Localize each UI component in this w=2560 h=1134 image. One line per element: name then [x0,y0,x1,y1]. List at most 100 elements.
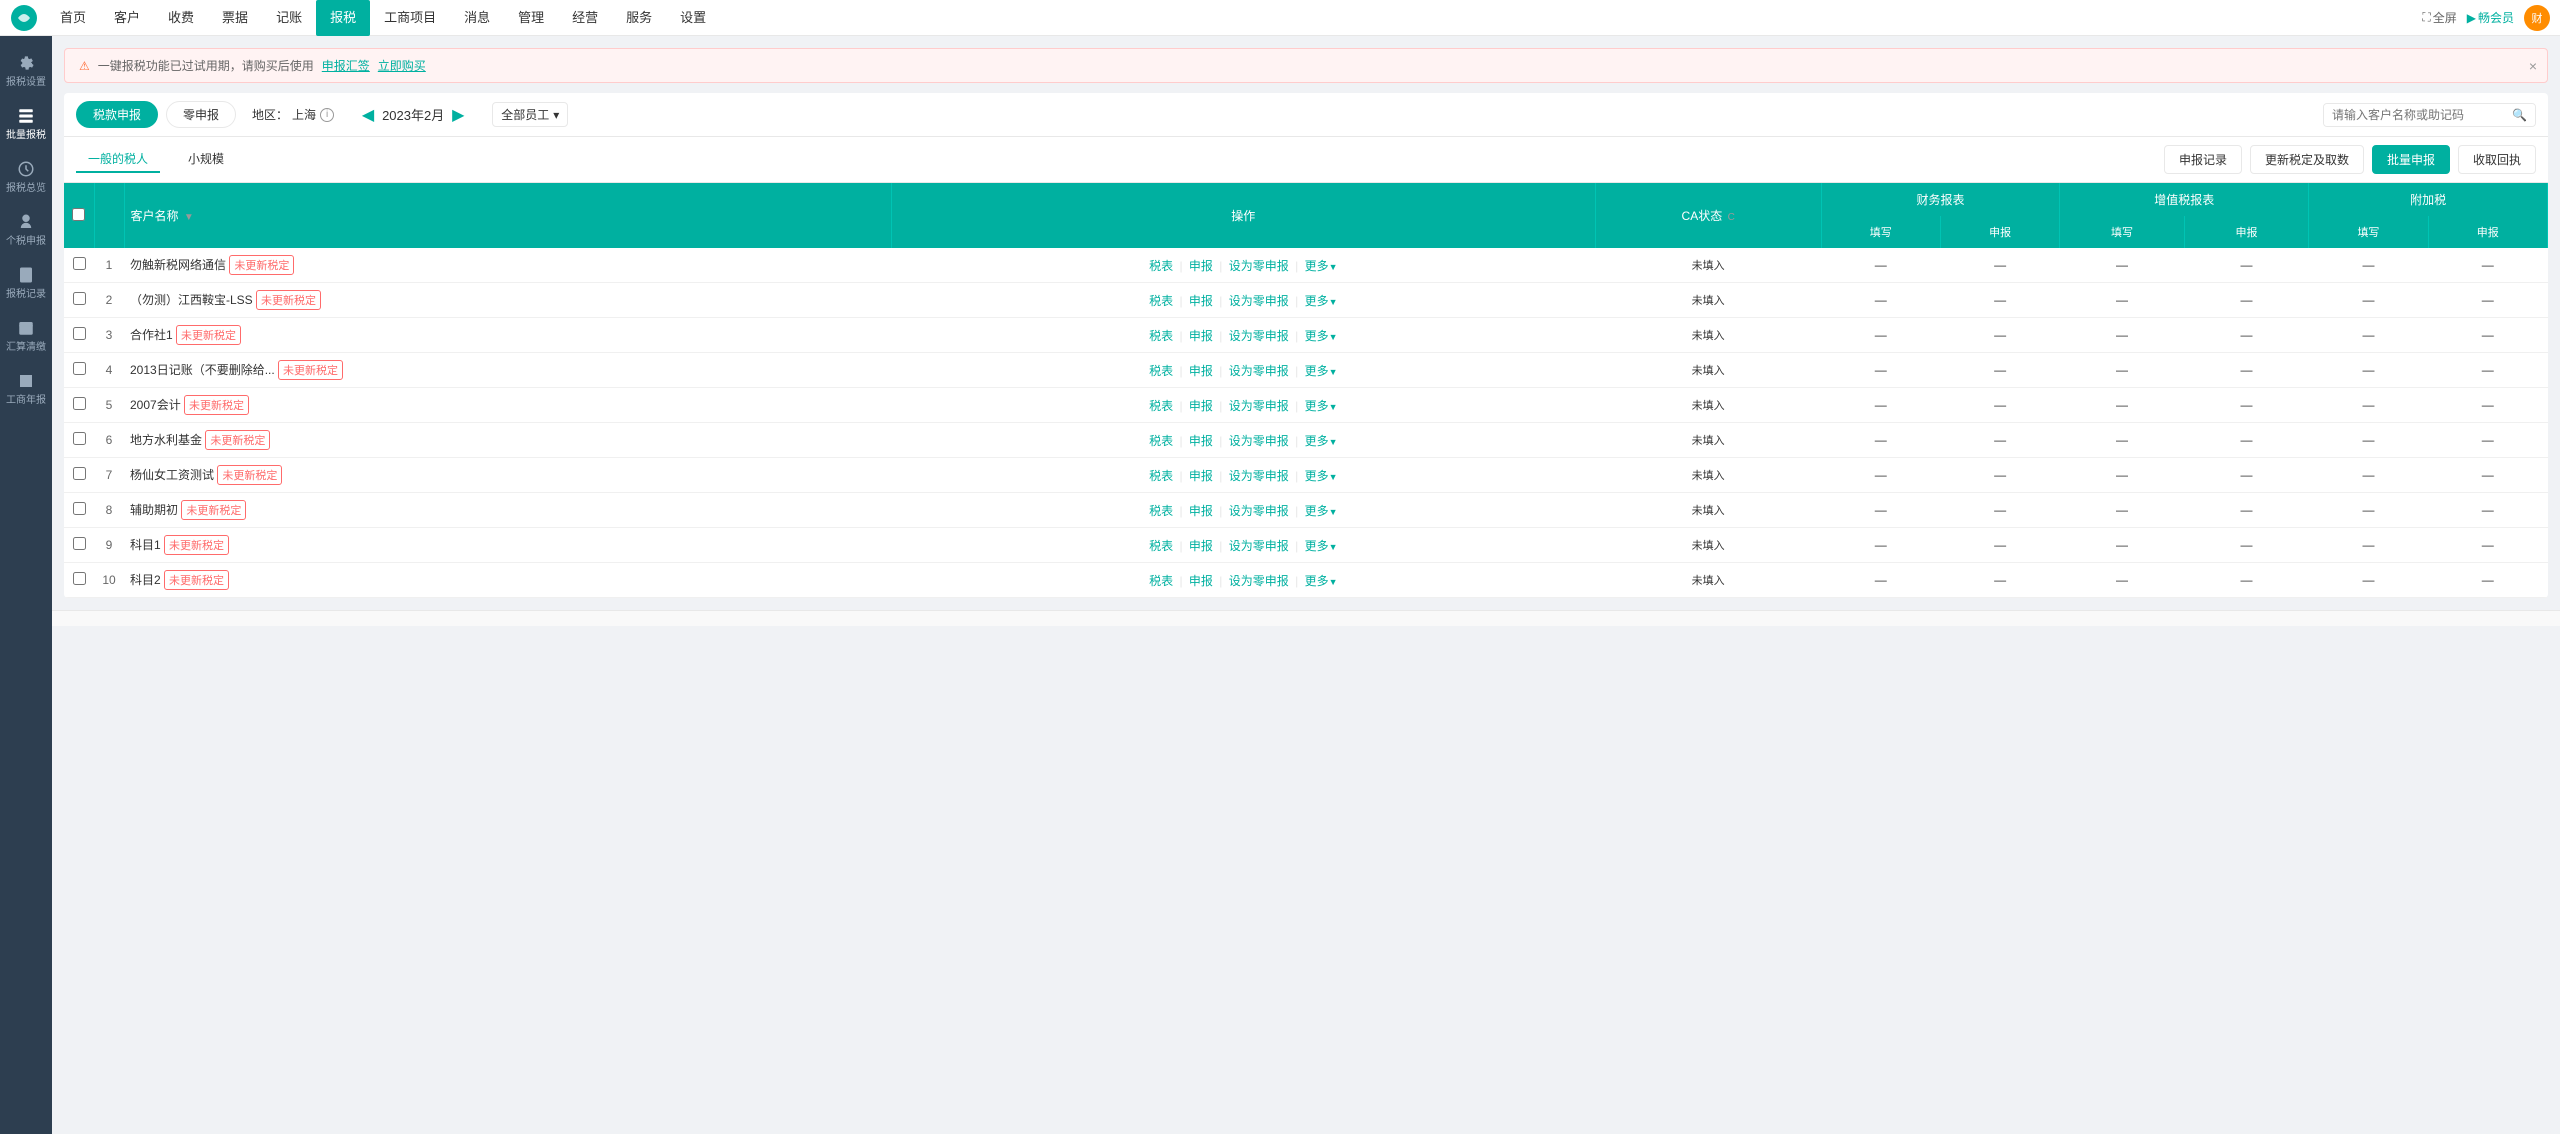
tab-zero-declare[interactable]: 零申报 [166,101,236,128]
banner-link-2[interactable]: 立即购买 [378,57,426,74]
fullscreen-button[interactable]: ⛶ 全屏 [2422,9,2456,26]
collect-receipt-button[interactable]: 收取回执 [2458,145,2536,174]
nav-bookkeeping[interactable]: 记账 [262,0,316,36]
row-tax-fill-8: — [2060,528,2184,563]
nav-business[interactable]: 工商项目 [370,0,450,36]
nav-settings[interactable]: 设置 [666,0,720,36]
nav-billing[interactable]: 收费 [154,0,208,36]
employee-selector[interactable]: 全部员工 ▾ [492,102,568,127]
row-checkbox-2[interactable] [73,327,86,340]
date-next-button[interactable]: ▶ [448,105,468,125]
sidebar-item-annual-report[interactable]: 工商年报 [0,362,52,415]
op-declare-5[interactable]: 申报 [1189,434,1213,448]
row-checkbox-8[interactable] [73,537,86,550]
op-more-6[interactable]: 更多▼ [1305,469,1338,483]
op-tax-table-6[interactable]: 税表 [1149,469,1173,483]
op-declare-9[interactable]: 申报 [1189,574,1213,588]
op-more-9[interactable]: 更多▼ [1305,574,1338,588]
op-zero-declare-6[interactable]: 设为零申报 [1229,469,1289,483]
op-declare-2[interactable]: 申报 [1189,329,1213,343]
op-zero-declare-2[interactable]: 设为零申报 [1229,329,1289,343]
op-more-7[interactable]: 更多▼ [1305,504,1338,518]
row-add-fill-7: — [2309,493,2428,528]
row-ops-4: 税表 | 申报 | 设为零申报 | 更多▼ [891,388,1595,423]
op-zero-declare-9[interactable]: 设为零申报 [1229,574,1289,588]
banner-close-button[interactable]: × [2529,58,2537,74]
nav-home[interactable]: 首页 [46,0,100,36]
op-zero-declare-1[interactable]: 设为零申报 [1229,294,1289,308]
op-declare-3[interactable]: 申报 [1189,364,1213,378]
nav-service[interactable]: 服务 [612,0,666,36]
sub-tab-small[interactable]: 小规模 [176,146,236,173]
op-tax-table-8[interactable]: 税表 [1149,539,1173,553]
nav-management[interactable]: 管理 [504,0,558,36]
op-zero-declare-0[interactable]: 设为零申报 [1229,259,1289,273]
row-ops-9: 税表 | 申报 | 设为零申报 | 更多▼ [891,563,1595,598]
op-declare-4[interactable]: 申报 [1189,399,1213,413]
nav-customer[interactable]: 客户 [100,0,154,36]
op-more-1[interactable]: 更多▼ [1305,294,1338,308]
op-zero-declare-3[interactable]: 设为零申报 [1229,364,1289,378]
declare-records-button[interactable]: 申报记录 [2164,145,2242,174]
op-tax-table-0[interactable]: 税表 [1149,259,1173,273]
batch-declare-button[interactable]: 批量申报 [2372,145,2450,174]
tab-tax-declare[interactable]: 税款申报 [76,101,158,128]
search-input[interactable] [2324,104,2504,126]
op-tax-table-5[interactable]: 税表 [1149,434,1173,448]
op-tax-table-4[interactable]: 税表 [1149,399,1173,413]
row-checkbox-9[interactable] [73,572,86,585]
op-tax-table-7[interactable]: 税表 [1149,504,1173,518]
row-checkbox-4[interactable] [73,397,86,410]
row-checkbox-0[interactable] [73,257,86,270]
op-tax-table-3[interactable]: 税表 [1149,364,1173,378]
sidebar-item-batch-tax[interactable]: 批量报税 [0,97,52,150]
nav-messages[interactable]: 消息 [450,0,504,36]
ca-sort-icon[interactable]: C [1728,212,1735,223]
op-more-0[interactable]: 更多▼ [1305,259,1338,273]
sidebar-item-tax-records[interactable]: 报税记录 [0,256,52,309]
region-info-icon[interactable]: i [320,108,334,122]
row-num-4: 5 [94,388,124,423]
row-add-declare-5: — [2428,423,2547,458]
op-more-8[interactable]: 更多▼ [1305,539,1338,553]
sidebar-item-overview[interactable]: 报税总览 [0,150,52,203]
avatar[interactable]: 财 [2524,5,2550,31]
row-checkbox-7[interactable] [73,502,86,515]
op-declare-8[interactable]: 申报 [1189,539,1213,553]
op-tax-table-1[interactable]: 税表 [1149,294,1173,308]
op-declare-0[interactable]: 申报 [1189,259,1213,273]
nav-tax[interactable]: 报税 [316,0,370,36]
row-checkbox-3[interactable] [73,362,86,375]
nav-operations[interactable]: 经营 [558,0,612,36]
sidebar-item-annual-settlement[interactable]: 汇算清缴 [0,309,52,362]
op-more-5[interactable]: 更多▼ [1305,434,1338,448]
op-zero-declare-7[interactable]: 设为零申报 [1229,504,1289,518]
op-tax-table-2[interactable]: 税表 [1149,329,1173,343]
op-declare-7[interactable]: 申报 [1189,504,1213,518]
search-button[interactable]: 🔍 [2504,104,2535,126]
nav-invoice[interactable]: 票据 [208,0,262,36]
op-declare-1[interactable]: 申报 [1189,294,1213,308]
op-zero-declare-5[interactable]: 设为零申报 [1229,434,1289,448]
row-checkbox-6[interactable] [73,467,86,480]
op-more-4[interactable]: 更多▼ [1305,399,1338,413]
sub-tab-general[interactable]: 一般的税人 [76,146,160,173]
op-more-3[interactable]: 更多▼ [1305,364,1338,378]
row-checkbox-5[interactable] [73,432,86,445]
date-prev-button[interactable]: ◀ [358,105,378,125]
banner-link-1[interactable]: 申报汇签 [322,57,370,74]
update-tax-button[interactable]: 更新税定及取数 [2250,145,2364,174]
op-more-2[interactable]: 更多▼ [1305,329,1338,343]
op-zero-declare-8[interactable]: 设为零申报 [1229,539,1289,553]
row-tax-fill-7: — [2060,493,2184,528]
name-sort-icon[interactable]: ▼ [184,212,194,223]
row-checkbox-1[interactable] [73,292,86,305]
content-area: ⚠ 一键报税功能已过试用期，请购买后使用 申报汇签 立即购买 × 税款申报 零申… [52,36,2560,1134]
op-declare-6[interactable]: 申报 [1189,469,1213,483]
member-button[interactable]: ▶ 畅会员 [2467,9,2514,26]
op-tax-table-9[interactable]: 税表 [1149,574,1173,588]
select-all-checkbox[interactable] [72,208,85,221]
op-zero-declare-4[interactable]: 设为零申报 [1229,399,1289,413]
sidebar-item-personal-tax[interactable]: 个税申报 [0,203,52,256]
sidebar-item-tax-settings[interactable]: 报税设置 [0,44,52,97]
